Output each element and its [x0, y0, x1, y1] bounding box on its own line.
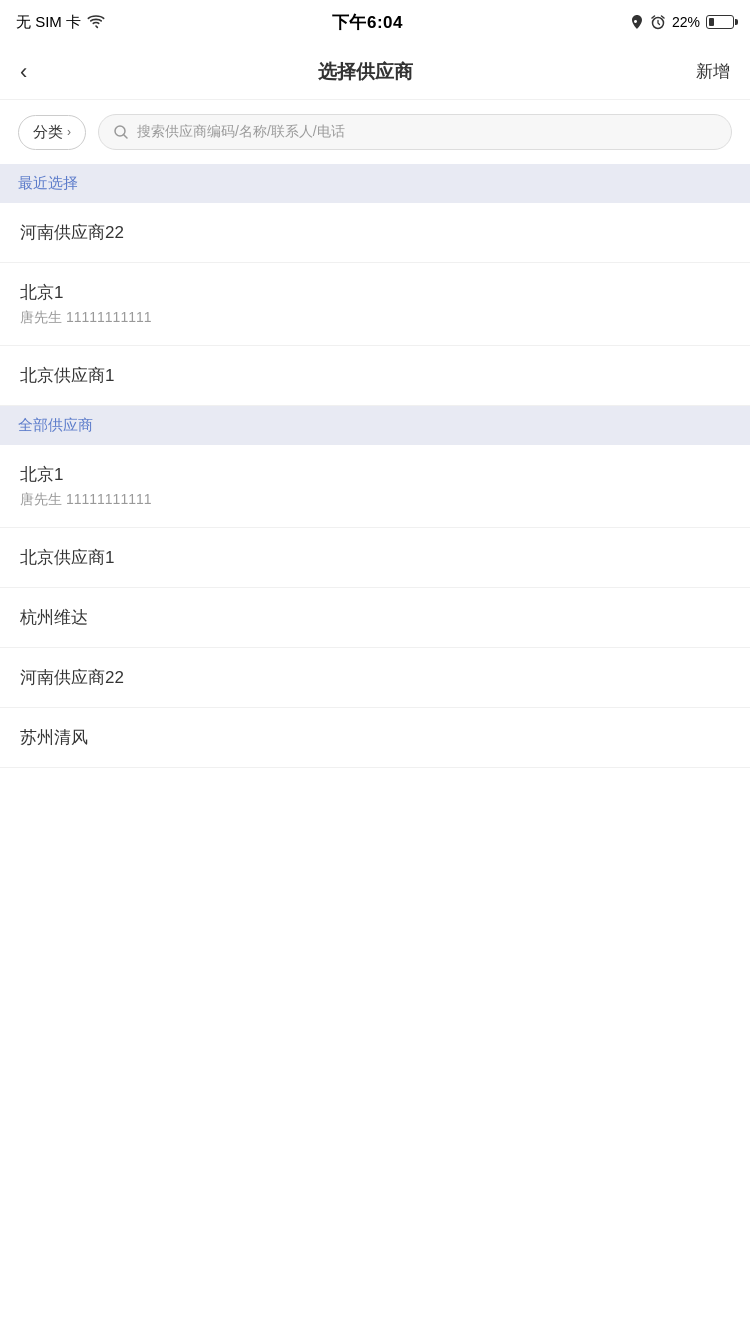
back-button[interactable]: ‹	[12, 51, 35, 93]
item-name: 苏州清风	[20, 726, 730, 749]
status-right: 22%	[630, 14, 734, 30]
category-button[interactable]: 分类 ›	[18, 115, 86, 150]
list-item[interactable]: 杭州维达	[0, 588, 750, 648]
recent-section-header: 最近选择	[0, 164, 750, 203]
list-item[interactable]: 苏州清风	[0, 708, 750, 768]
add-button[interactable]: 新增	[696, 60, 730, 83]
category-label: 分类	[33, 123, 63, 142]
list-item[interactable]: 北京1 唐先生 11111111111	[0, 445, 750, 528]
item-name: 北京1	[20, 463, 730, 486]
battery-indicator	[706, 15, 734, 29]
item-name: 北京1	[20, 281, 730, 304]
list-item[interactable]: 北京供应商1	[0, 346, 750, 406]
location-icon	[630, 14, 644, 30]
status-time: 下午6:04	[332, 11, 403, 34]
search-placeholder: 搜索供应商编码/名称/联系人/电话	[137, 123, 345, 141]
status-carrier: 无 SIM 卡	[16, 13, 105, 32]
list-item[interactable]: 河南供应商22	[0, 203, 750, 263]
status-bar: 无 SIM 卡 下午6:04 22%	[0, 0, 750, 44]
list-item[interactable]: 北京1 唐先生 11111111111	[0, 263, 750, 346]
nav-bar: ‹ 选择供应商 新增	[0, 44, 750, 100]
recent-list: 河南供应商22 北京1 唐先生 11111111111 北京供应商1	[0, 203, 750, 406]
filter-bar: 分类 › 搜索供应商编码/名称/联系人/电话	[0, 100, 750, 164]
battery-percent: 22%	[672, 14, 700, 30]
item-name: 河南供应商22	[20, 666, 730, 689]
all-list: 北京1 唐先生 11111111111 北京供应商1 杭州维达河南供应商22 苏州清风	[0, 445, 750, 768]
item-name: 河南供应商22	[20, 221, 730, 244]
search-box[interactable]: 搜索供应商编码/名称/联系人/电话	[98, 114, 732, 150]
search-icon	[113, 124, 129, 140]
all-section-header: 全部供应商	[0, 406, 750, 445]
carrier-text: 无 SIM 卡	[16, 13, 81, 32]
item-name: 北京供应商1	[20, 546, 730, 569]
chevron-right-icon: ›	[67, 125, 71, 139]
item-name: 北京供应商1	[20, 364, 730, 387]
item-contact: 唐先生 11111111111	[20, 309, 730, 327]
item-name: 杭州维达	[20, 606, 730, 629]
page-title: 选择供应商	[318, 59, 413, 85]
alarm-icon	[650, 14, 666, 30]
list-item[interactable]: 北京供应商1	[0, 528, 750, 588]
wifi-icon	[87, 15, 105, 29]
item-contact: 唐先生 11111111111	[20, 491, 730, 509]
list-item[interactable]: 河南供应商22	[0, 648, 750, 708]
